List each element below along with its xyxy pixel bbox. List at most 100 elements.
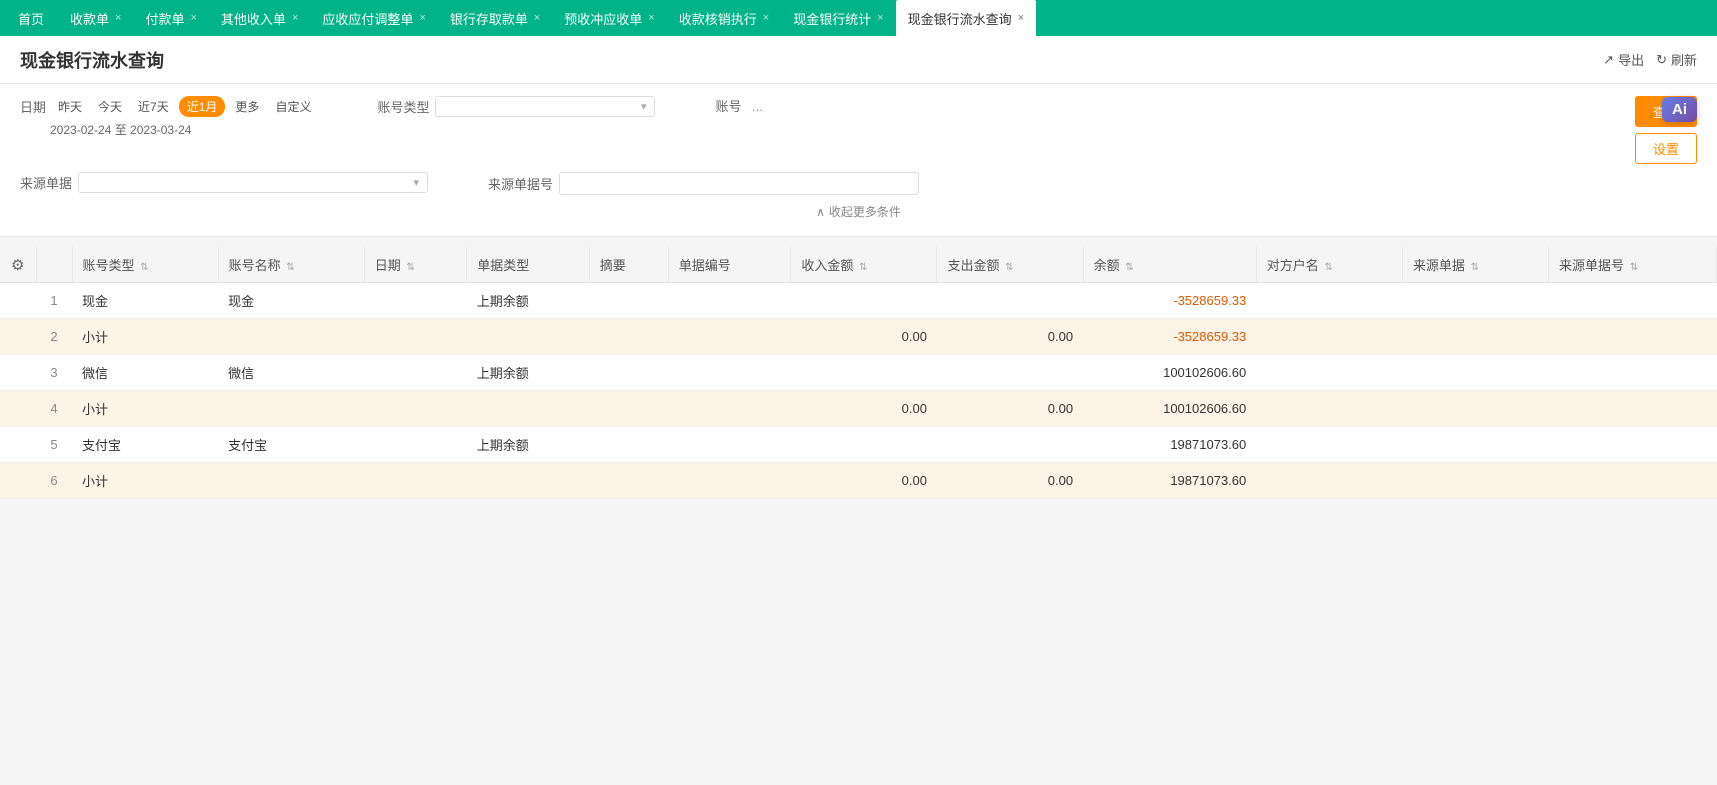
cell-summary-2 — [589, 355, 668, 391]
cell-balance-3: 100102606.60 — [1083, 391, 1256, 427]
cell-expense-2 — [937, 355, 1083, 391]
nav-tab-0[interactable]: 收款单 × — [58, 0, 133, 36]
account-type-select[interactable]: ▾ — [435, 96, 655, 117]
col-counterpart-header[interactable]: 对方户名 ⇅ — [1256, 247, 1402, 283]
col-balance-label: 余额 — [1094, 258, 1120, 273]
sort-account-type-icon: ⇅ — [140, 262, 148, 273]
close-icon-2[interactable]: × — [292, 12, 298, 24]
col-date-header[interactable]: 日期 ⇅ — [364, 247, 466, 283]
refresh-icon: ↻ — [1656, 52, 1667, 68]
col-index-header — [36, 247, 72, 283]
cell-account-name-1 — [218, 319, 364, 355]
col-source-doc-no-header[interactable]: 来源单据号 ⇅ — [1549, 247, 1717, 283]
cell-date-1 — [364, 319, 466, 355]
date-btn-today[interactable]: 今天 — [92, 96, 128, 117]
cell-account-type-5: 小计 — [72, 463, 218, 499]
cell-counterpart-4 — [1256, 427, 1402, 463]
cell-counterpart-2 — [1256, 355, 1402, 391]
date-btn-7days[interactable]: 近7天 — [132, 96, 175, 117]
nav-tab-1[interactable]: 付款单 × — [133, 0, 208, 36]
table-row[interactable]: 5 支付宝 支付宝 上期余额 19871073.60 — [0, 427, 1717, 463]
cell-index-2: 3 — [36, 355, 72, 391]
filter-row-2: 来源单据 ▾ 来源单据号 — [20, 172, 1697, 195]
col-income-label: 收入金额 — [801, 258, 853, 273]
table-row[interactable]: 4 小计 0.00 0.00 100102606.60 — [0, 391, 1717, 427]
cell-source-doc-0 — [1402, 283, 1548, 319]
col-account-type-label: 账号类型 — [83, 258, 135, 273]
close-icon-8[interactable]: × — [1018, 12, 1024, 24]
data-table: ⚙ 账号类型 ⇅ 账号名称 ⇅ 日期 ⇅ 单据类型 — [0, 247, 1717, 499]
cell-account-name-3 — [218, 391, 364, 427]
table-row[interactable]: 3 微信 微信 上期余额 100102606.60 — [0, 355, 1717, 391]
sort-counterpart-icon: ⇅ — [1324, 262, 1332, 273]
close-icon-6[interactable]: × — [763, 12, 769, 24]
nav-tab-4[interactable]: 银行存取款单 × — [438, 0, 552, 36]
cell-source-doc-no-1 — [1549, 319, 1717, 355]
col-expense-label: 支出金额 — [947, 258, 999, 273]
cell-account-name-2: 微信 — [218, 355, 364, 391]
close-icon-3[interactable]: × — [419, 12, 425, 24]
date-btn-yesterday[interactable]: 昨天 — [52, 96, 88, 117]
nav-tab-5[interactable]: 预收冲应收单 × — [552, 0, 666, 36]
date-btn-more[interactable]: 更多 — [229, 96, 265, 117]
col-source-doc-header[interactable]: 来源单据 ⇅ — [1402, 247, 1548, 283]
close-icon-5[interactable]: × — [648, 12, 654, 24]
table-row[interactable]: 6 小计 0.00 0.00 19871073.60 — [0, 463, 1717, 499]
source-doc-no-input[interactable] — [559, 172, 919, 195]
date-btn-1month[interactable]: 近1月 — [179, 96, 226, 117]
cell-account-type-4: 支付宝 — [72, 427, 218, 463]
close-icon-4[interactable]: × — [534, 12, 540, 24]
cell-date-2 — [364, 355, 466, 391]
export-button[interactable]: ↗ 导出 — [1603, 50, 1644, 69]
cell-empty-2 — [0, 355, 36, 391]
cell-expense-1: 0.00 — [937, 319, 1083, 355]
cell-balance-1: -3528659.33 — [1083, 319, 1256, 355]
close-icon-7[interactable]: × — [877, 12, 883, 24]
source-doc-select[interactable]: ▾ — [78, 172, 428, 193]
collapse-bar[interactable]: ∧ 收起更多条件 — [20, 199, 1697, 224]
nav-tab-2[interactable]: 其他收入单 × — [209, 0, 310, 36]
cell-account-name-5 — [218, 463, 364, 499]
col-expense-header[interactable]: 支出金额 ⇅ — [937, 247, 1083, 283]
col-counterpart-label: 对方户名 — [1267, 258, 1319, 273]
settings-button[interactable]: 设置 — [1635, 133, 1697, 164]
settings-col-header[interactable]: ⚙ — [0, 247, 36, 283]
close-icon-1[interactable]: × — [190, 12, 196, 24]
cell-account-type-0: 现金 — [72, 283, 218, 319]
table-row[interactable]: 2 小计 0.00 0.00 -3528659.33 — [0, 319, 1717, 355]
cell-empty-0 — [0, 283, 36, 319]
col-doc-no-label: 单据编号 — [679, 258, 731, 273]
col-account-name-header[interactable]: 账号名称 ⇅ — [218, 247, 364, 283]
refresh-button[interactable]: ↻ 刷新 — [1656, 50, 1697, 69]
date-btn-custom[interactable]: 自定义 — [269, 96, 317, 117]
nav-tab-3[interactable]: 应收应付调整单 × — [310, 0, 437, 36]
nav-tab-6[interactable]: 收款核销执行 × — [667, 0, 781, 36]
close-icon-0[interactable]: × — [115, 12, 121, 24]
cell-date-4 — [364, 427, 466, 463]
cell-doc-no-5 — [668, 463, 791, 499]
ai-badge[interactable]: Ai — [1662, 97, 1697, 122]
sort-source-doc-no-icon: ⇅ — [1630, 262, 1638, 273]
col-income-header[interactable]: 收入金额 ⇅ — [791, 247, 937, 283]
cell-summary-1 — [589, 319, 668, 355]
nav-tab-8[interactable]: 现金银行流水查询 × — [896, 0, 1036, 36]
cell-empty-4 — [0, 427, 36, 463]
source-doc-no-filter-group: 来源单据号 — [488, 172, 919, 195]
cell-doc-type-2: 上期余额 — [467, 355, 590, 391]
nav-tab-7[interactable]: 现金银行统计 × — [781, 0, 895, 36]
filter-row-1: 日期 昨天 今天 近7天 近1月 更多 自定义 2023-02-24 至 202… — [20, 96, 1697, 164]
cell-expense-3: 0.00 — [937, 391, 1083, 427]
table-row[interactable]: 1 现金 现金 上期余额 -3528659.33 — [0, 283, 1717, 319]
account-dots-button[interactable]: ... — [747, 98, 767, 114]
cell-source-doc-no-3 — [1549, 391, 1717, 427]
sort-date-icon: ⇅ — [406, 262, 414, 273]
col-balance-header[interactable]: 余额 ⇅ — [1083, 247, 1256, 283]
nav-home[interactable]: 首页 — [4, 0, 58, 36]
cell-source-doc-2 — [1402, 355, 1548, 391]
export-icon: ↗ — [1603, 52, 1614, 68]
cell-date-5 — [364, 463, 466, 499]
col-account-type-header[interactable]: 账号类型 ⇅ — [72, 247, 218, 283]
col-summary-header: 摘要 — [589, 247, 668, 283]
cell-counterpart-3 — [1256, 391, 1402, 427]
cell-balance-2: 100102606.60 — [1083, 355, 1256, 391]
